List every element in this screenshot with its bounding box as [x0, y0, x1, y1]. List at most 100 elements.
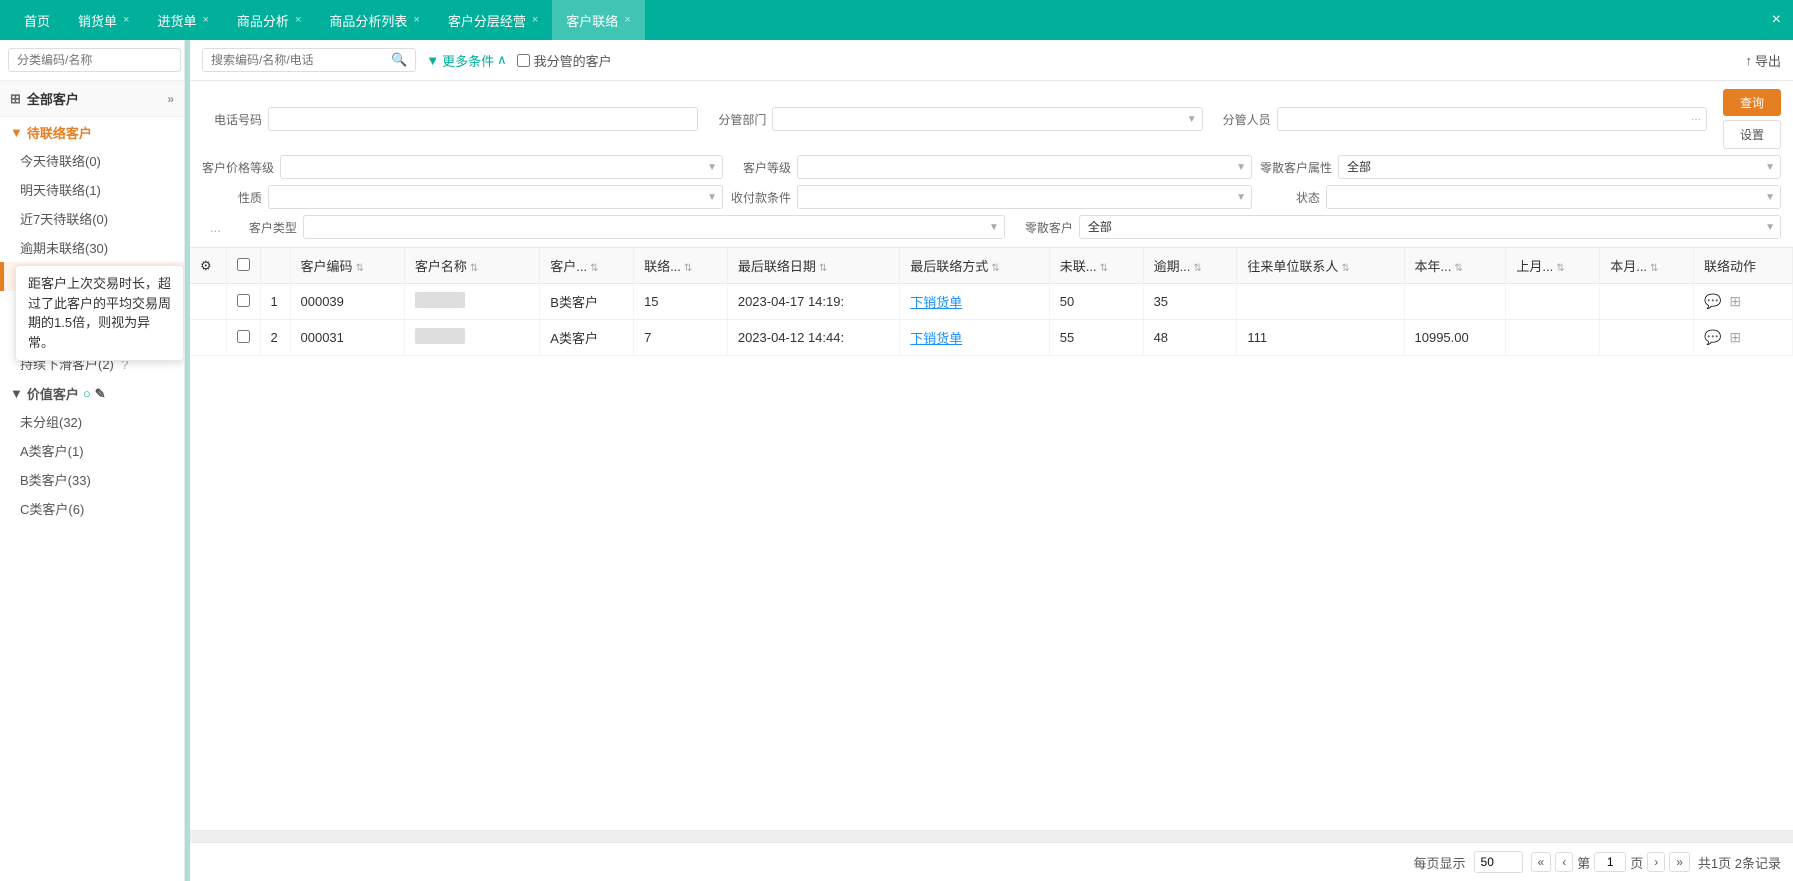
nav-product-analysis-list[interactable]: 商品分析列表 ×: [315, 0, 433, 40]
person-input[interactable]: [1277, 107, 1707, 131]
prev-page-button[interactable]: ‹: [1555, 852, 1573, 872]
first-page-button[interactable]: «: [1531, 852, 1552, 872]
nav-product-analysis-list-close[interactable]: ×: [413, 14, 419, 26]
col-last-method[interactable]: 最后联络方式⇅: [900, 248, 1050, 284]
price-level-select-wrap: ▼: [280, 155, 723, 179]
value-group-settings-icon[interactable]: ○: [83, 386, 91, 401]
col-customer-type[interactable]: 客户...⇅: [540, 248, 634, 284]
col-last-date[interactable]: 最后联络日期⇅: [727, 248, 899, 284]
sidebar-item-tomorrow-pending[interactable]: 明天待联络(1): [0, 175, 184, 204]
sidebar-item-7days-pending[interactable]: 近7天待联络(0): [0, 204, 184, 233]
row1-chat-icon[interactable]: 💬: [1704, 293, 1721, 310]
row2-select-checkbox[interactable]: [237, 330, 250, 343]
nav-customer-segmentation[interactable]: 客户分层经营 ×: [434, 0, 552, 40]
customer-type-label: 客户类型: [237, 219, 297, 236]
col-name-sort-icon[interactable]: ⇅: [470, 263, 478, 274]
col-uncontacted-sort-icon[interactable]: ⇅: [1100, 263, 1108, 274]
phone-input[interactable]: [268, 107, 698, 131]
col-contact-count[interactable]: 联络...⇅: [634, 248, 728, 284]
my-customers-checkbox-area[interactable]: 我分管的客户: [517, 51, 612, 70]
nav-purchase-order-close[interactable]: ×: [202, 14, 208, 26]
col-settings[interactable]: ⚙: [190, 248, 226, 284]
col-seq: [260, 248, 290, 284]
page-label: 第: [1577, 853, 1590, 872]
payment-select[interactable]: [797, 185, 1252, 209]
row1-last-method[interactable]: 下销货单: [900, 284, 1050, 320]
retail-attr-select[interactable]: 全部: [1338, 155, 1781, 179]
col-year-sort-icon[interactable]: ⇅: [1454, 263, 1462, 274]
dept-select[interactable]: [772, 107, 1202, 131]
row1-name[interactable]: [404, 284, 539, 320]
customer-level-select[interactable]: [797, 155, 1252, 179]
all-customers-collapse-icon[interactable]: ⊞: [10, 91, 21, 107]
col-contact-sort-icon[interactable]: ⇅: [684, 263, 692, 274]
row2-name[interactable]: [404, 320, 539, 356]
nav-customer-segmentation-close[interactable]: ×: [532, 14, 538, 26]
row2-grid-icon[interactable]: ⊞: [1729, 329, 1741, 346]
query-button[interactable]: 查询: [1723, 89, 1781, 116]
page-number-input[interactable]: [1594, 852, 1626, 872]
more-icon[interactable]: ...: [202, 220, 229, 235]
nav-sales-order[interactable]: 销货单 ×: [64, 0, 143, 40]
col-tmonth-sort-icon[interactable]: ⇅: [1650, 263, 1658, 274]
more-conditions-btn[interactable]: ▼ 更多条件 ∧: [426, 51, 506, 70]
sidebar-expand-btn[interactable]: »: [167, 92, 174, 106]
row1-select-checkbox[interactable]: [237, 294, 250, 307]
col-last-month[interactable]: 上月...⇅: [1506, 248, 1600, 284]
row2-chat-icon[interactable]: 💬: [1704, 329, 1721, 346]
row1-grid-icon[interactable]: ⊞: [1729, 293, 1741, 310]
per-page-select[interactable]: 10 20 50 100: [1474, 851, 1523, 873]
nav-purchase-order[interactable]: 进货单 ×: [143, 0, 222, 40]
col-uncontacted[interactable]: 未联...⇅: [1049, 248, 1143, 284]
nav-product-analysis-close[interactable]: ×: [295, 14, 301, 26]
payment-select-wrap: ▼: [797, 185, 1252, 209]
last-page-button[interactable]: »: [1669, 852, 1690, 872]
status-select[interactable]: [1326, 185, 1781, 209]
nav-home[interactable]: 首页: [10, 0, 64, 40]
gender-select[interactable]: [268, 185, 723, 209]
settings-button[interactable]: 设置: [1723, 120, 1781, 149]
col-this-year[interactable]: 本年...⇅: [1404, 248, 1506, 284]
col-code-sort-icon[interactable]: ⇅: [356, 263, 364, 274]
nav-product-analysis[interactable]: 商品分析 ×: [223, 0, 315, 40]
person-more-icon[interactable]: ···: [1691, 114, 1701, 125]
retail-customer-select[interactable]: 全部: [1079, 215, 1781, 239]
col-name[interactable]: 客户名称⇅: [404, 248, 539, 284]
sidebar-item-class-b[interactable]: B类客户(33): [0, 465, 184, 494]
horizontal-scrollbar[interactable]: [190, 830, 1793, 842]
my-customers-checkbox[interactable]: [517, 54, 530, 67]
col-overdue-sort-icon[interactable]: ⇅: [1193, 263, 1201, 274]
col-date-sort-icon[interactable]: ⇅: [819, 263, 827, 274]
nav-customer-contact[interactable]: 客户联络 ×: [552, 0, 644, 40]
row2-method-link[interactable]: 下销货单: [910, 331, 962, 346]
col-this-month[interactable]: 本月...⇅: [1600, 248, 1694, 284]
sidebar-item-overdue-pending[interactable]: 逾期未联络(30): [0, 233, 184, 262]
export-button[interactable]: ↑ 导出: [1745, 51, 1781, 70]
all-customers-header[interactable]: ⊞ 全部客户 »: [0, 81, 184, 117]
person-label: 分管人员: [1211, 111, 1271, 128]
search-input[interactable]: [211, 53, 391, 67]
sidebar-item-ungrouped[interactable]: 未分组(32): [0, 407, 184, 436]
nav-customer-contact-close[interactable]: ×: [624, 14, 630, 26]
col-code[interactable]: 客户编码⇅: [290, 248, 404, 284]
customer-type-select[interactable]: [303, 215, 1005, 239]
col-unit-sort-icon[interactable]: ⇅: [1341, 263, 1349, 274]
sidebar-item-class-c[interactable]: C类客户(6): [0, 494, 184, 523]
price-level-select[interactable]: [280, 155, 723, 179]
col-method-sort-icon[interactable]: ⇅: [991, 263, 999, 274]
col-lmonth-sort-icon[interactable]: ⇅: [1556, 263, 1564, 274]
value-group-edit-icon[interactable]: ✎: [95, 386, 106, 402]
col-type-sort-icon[interactable]: ⇅: [590, 263, 598, 274]
sidebar-search-input[interactable]: [8, 48, 181, 72]
gender-select-wrap: ▼: [268, 185, 723, 209]
select-all-checkbox[interactable]: [237, 258, 250, 271]
col-unit-contacts[interactable]: 往来单位联系人⇅: [1237, 248, 1404, 284]
sidebar-item-today-pending[interactable]: 今天待联络(0): [0, 146, 184, 175]
row1-method-link[interactable]: 下销货单: [910, 295, 962, 310]
nav-sales-order-close[interactable]: ×: [123, 14, 129, 26]
row2-last-method[interactable]: 下销货单: [900, 320, 1050, 356]
close-all-tabs-button[interactable]: ×: [1772, 11, 1781, 29]
col-overdue[interactable]: 逾期...⇅: [1143, 248, 1237, 284]
next-page-button[interactable]: ›: [1647, 852, 1665, 872]
sidebar-item-class-a[interactable]: A类客户(1): [0, 436, 184, 465]
